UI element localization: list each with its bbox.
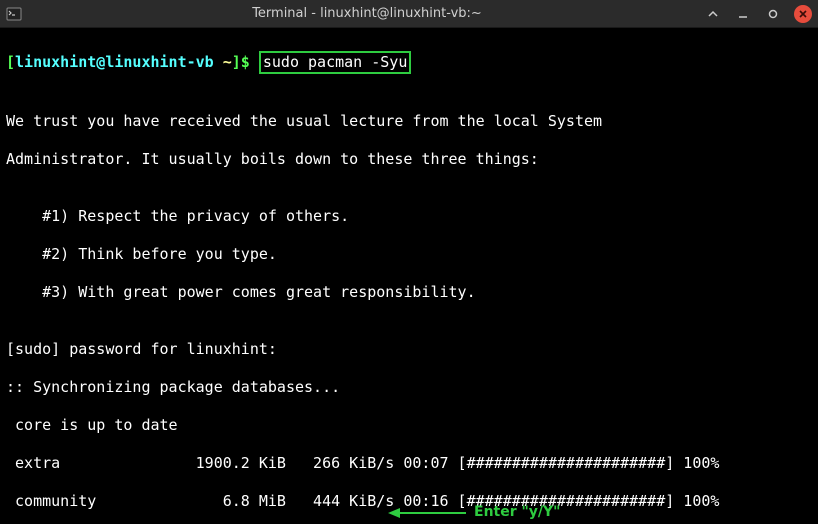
output-line: community 6.8 MiB 444 KiB/s 00:16 [#####… bbox=[6, 492, 812, 511]
output-line: #3) With great power comes great respons… bbox=[6, 283, 812, 302]
output-line: Administrator. It usually boils down to … bbox=[6, 150, 812, 169]
prompt-user-host: linuxhint@linuxhint-vb bbox=[15, 53, 214, 71]
terminal-window: Terminal - linuxhint@linuxhint-vb:~ [lin… bbox=[0, 0, 818, 524]
terminal-body[interactable]: [linuxhint@linuxhint-vb ~]$ sudo pacman … bbox=[0, 28, 818, 524]
output-line: We trust you have received the usual lec… bbox=[6, 112, 812, 131]
output-line: core is up to date bbox=[6, 416, 812, 435]
up-button[interactable] bbox=[704, 5, 722, 23]
command-highlight-box: sudo pacman -Syu bbox=[259, 51, 412, 74]
prompt-line: [linuxhint@linuxhint-vb ~]$ sudo pacman … bbox=[6, 51, 812, 74]
output-line: #1) Respect the privacy of others. bbox=[6, 207, 812, 226]
close-button[interactable] bbox=[794, 5, 812, 23]
prompt-open-bracket: [ bbox=[6, 53, 15, 71]
window-controls bbox=[704, 5, 812, 23]
prompt-close-bracket: ]$ bbox=[232, 53, 250, 71]
maximize-button[interactable] bbox=[764, 5, 782, 23]
output-line: :: Synchronizing package databases... bbox=[6, 378, 812, 397]
command-text: sudo pacman -Syu bbox=[263, 53, 408, 71]
output-line: #2) Think before you type. bbox=[6, 245, 812, 264]
window-title: Terminal - linuxhint@linuxhint-vb:~ bbox=[30, 6, 704, 21]
titlebar: Terminal - linuxhint@linuxhint-vb:~ bbox=[0, 0, 818, 28]
terminal-icon bbox=[6, 6, 22, 22]
output-line: extra 1900.2 KiB 266 KiB/s 00:07 [######… bbox=[6, 454, 812, 473]
minimize-button[interactable] bbox=[734, 5, 752, 23]
prompt-path: ~ bbox=[223, 53, 232, 71]
output-line: [sudo] password for linuxhint: bbox=[6, 340, 812, 359]
